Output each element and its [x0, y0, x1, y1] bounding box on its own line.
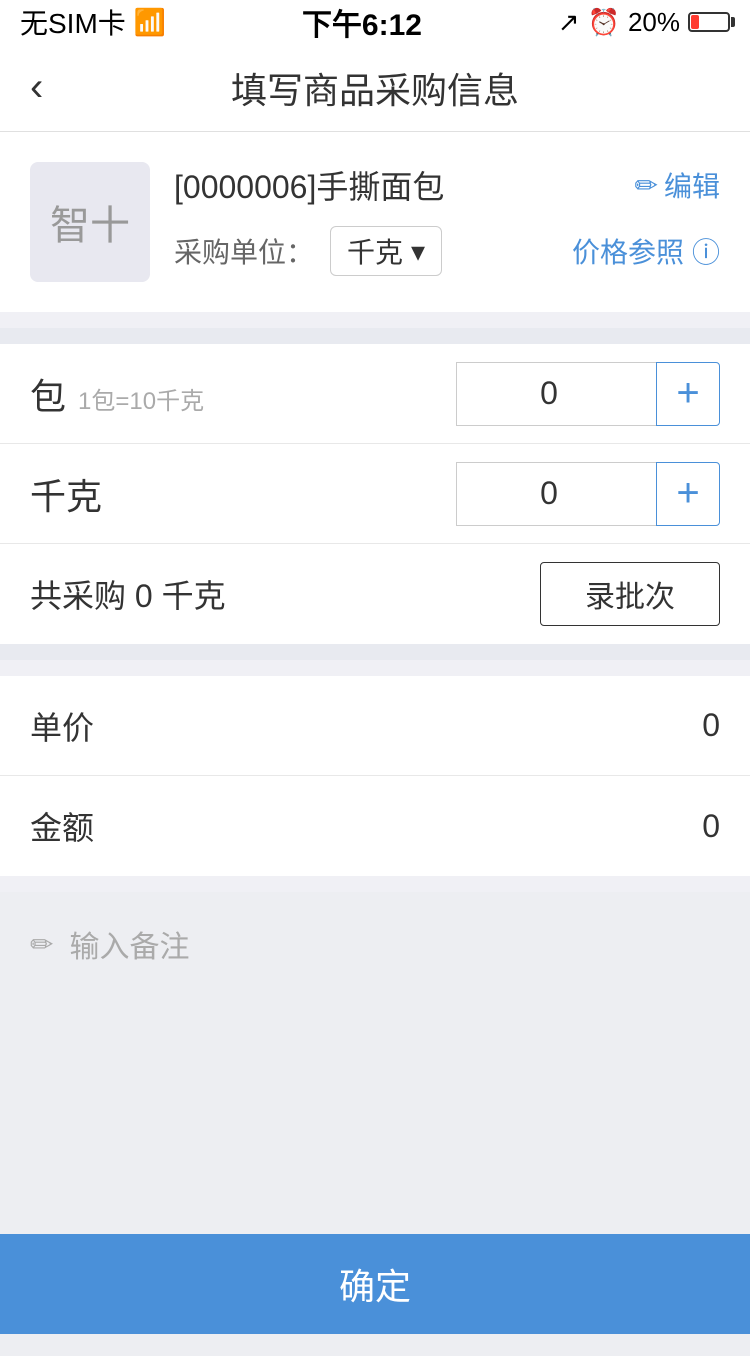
kg-plus-button[interactable]: +: [656, 462, 720, 526]
amount-label: 金额: [30, 803, 94, 849]
bao-sub-label: 1包=10千克: [78, 381, 204, 416]
product-name-row: [0000006]手撕面包 ✏ 编辑: [174, 162, 720, 208]
status-bar: 无SIM卡 📶 下午6:12 ↗ ⏰ 20%: [0, 0, 750, 44]
bao-input-row: 包 1包=10千克 +: [0, 344, 750, 444]
bao-input[interactable]: [456, 362, 656, 426]
remark-placeholder: 输入备注: [69, 922, 189, 966]
summary-suffix: 千克: [162, 578, 226, 614]
product-unit-row: 采购单位： 千克 ▾ 价格参照 ⓘ: [174, 226, 720, 276]
back-button[interactable]: ‹: [30, 65, 43, 110]
edit-icon: ✏: [635, 169, 658, 202]
unit-selector-group: 采购单位： 千克 ▾: [174, 226, 442, 276]
carrier-label: 无SIM卡: [20, 2, 126, 42]
remark-section[interactable]: ✏ 输入备注: [0, 892, 750, 996]
battery-icon: [688, 12, 730, 32]
summary-text: 共采购 0 千克: [30, 571, 226, 617]
location-icon: ↗: [558, 7, 580, 38]
price-ref-label: 价格参照: [572, 231, 684, 271]
info-icon: ⓘ: [692, 231, 720, 271]
edit-label: 编辑: [664, 165, 720, 205]
kg-input-row: 千克 +: [0, 444, 750, 544]
price-reference-button[interactable]: 价格参照 ⓘ: [572, 231, 720, 271]
battery-fill: [691, 15, 699, 29]
battery-percent: 20%: [628, 7, 680, 38]
unit-select[interactable]: 千克 ▾: [330, 226, 442, 276]
status-left: 无SIM卡 📶: [20, 2, 166, 42]
section-divider-2: [0, 644, 750, 660]
unit-value: 千克: [347, 231, 403, 271]
product-name: [0000006]手撕面包: [174, 162, 444, 208]
kg-input[interactable]: [456, 462, 656, 526]
chevron-down-icon: ▾: [411, 235, 425, 268]
input-section: 包 1包=10千克 + 千克 + 共采购 0 千克 录批次: [0, 344, 750, 644]
product-info: [0000006]手撕面包 ✏ 编辑 采购单位： 千克 ▾ 价格参照 ⓘ: [174, 162, 720, 276]
bao-plus-button[interactable]: +: [656, 362, 720, 426]
bao-main-label: 包: [30, 368, 66, 420]
product-image: 智十: [30, 162, 150, 282]
page-title: 填写商品采购信息: [231, 62, 519, 114]
summary-prefix: 共采购: [30, 578, 135, 614]
status-right: ↗ ⏰ 20%: [558, 7, 730, 38]
kg-label-group: 千克: [30, 468, 102, 520]
bao-label-group: 包 1包=10千克: [30, 368, 204, 420]
product-section: 智十 [0000006]手撕面包 ✏ 编辑 采购单位： 千克 ▾ 价格参照 ⓘ: [0, 132, 750, 312]
section-divider-1: [0, 328, 750, 344]
unit-label: 采购单位：: [174, 231, 314, 271]
summary-row: 共采购 0 千克 录批次: [0, 544, 750, 644]
status-time: 下午6:12: [302, 0, 422, 44]
nav-bar: ‹ 填写商品采购信息: [0, 44, 750, 132]
edit-button[interactable]: ✏ 编辑: [635, 165, 720, 205]
unit-price-label: 单价: [30, 703, 94, 749]
summary-amount: 0: [135, 578, 162, 614]
kg-input-group: +: [456, 462, 720, 526]
unit-price-value: 0: [702, 707, 720, 744]
unit-price-row: 单价 0: [0, 676, 750, 776]
product-logo: 智十: [50, 193, 130, 251]
amount-row: 金额 0: [0, 776, 750, 876]
price-section: 单价 0 金额 0: [0, 676, 750, 876]
pencil-icon: ✏: [30, 928, 53, 961]
wifi-icon: 📶: [134, 7, 166, 38]
confirm-button[interactable]: 确定: [0, 1234, 750, 1334]
batch-button[interactable]: 录批次: [540, 562, 720, 626]
kg-main-label: 千克: [30, 468, 102, 520]
bao-input-group: +: [456, 362, 720, 426]
alarm-icon: ⏰: [588, 7, 620, 38]
amount-value: 0: [702, 808, 720, 845]
